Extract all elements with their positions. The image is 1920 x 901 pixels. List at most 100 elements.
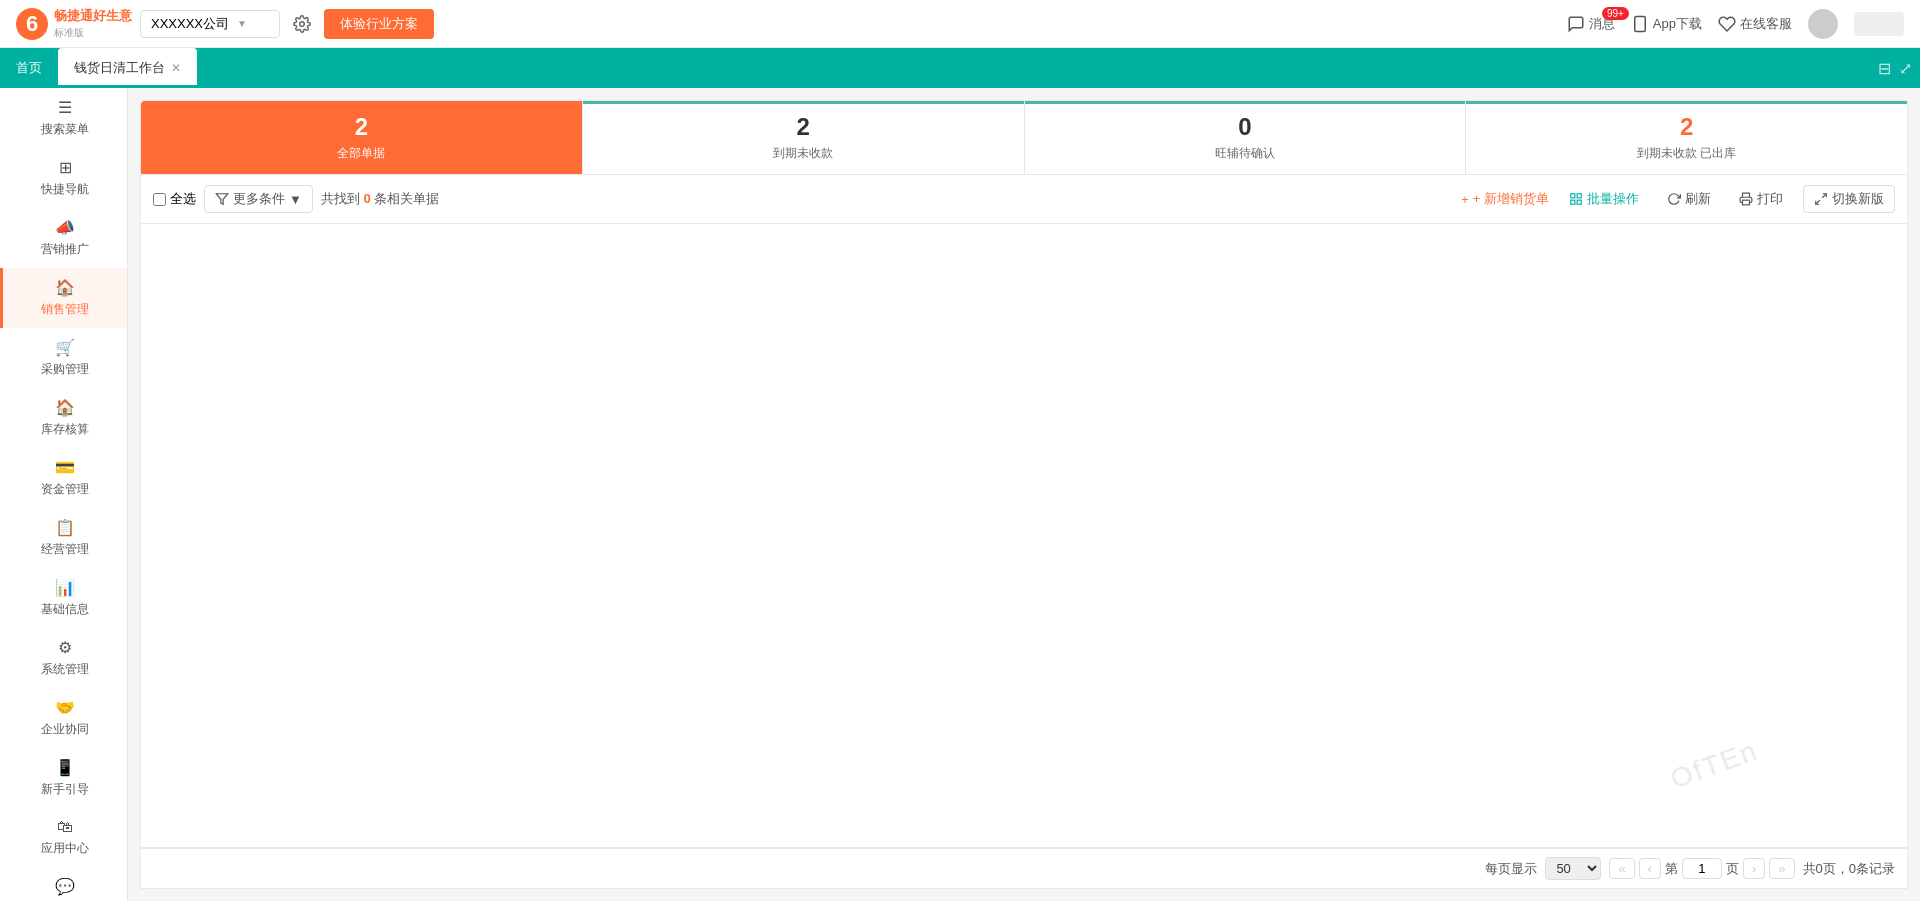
avatar[interactable]: [1808, 9, 1838, 39]
sales-icon: 🏠: [55, 278, 75, 297]
sidebar-label-sales: 销售管理: [41, 301, 89, 318]
tab-close-icon[interactable]: ✕: [171, 61, 181, 75]
stats-row: 2 全部单据 2 到期未收款 0 旺辅待确认 2 到期未收款 已出库: [140, 100, 1908, 175]
sidebar-item-operation[interactable]: 📋 经营管理: [0, 508, 127, 568]
filter-button[interactable]: 更多条件 ▼: [204, 185, 313, 213]
svg-point-0: [300, 21, 305, 26]
trial-button[interactable]: 体验行业方案: [324, 9, 434, 39]
prev-page-button[interactable]: ‹: [1639, 858, 1661, 879]
stat-overdue[interactable]: 2 到期未收款: [583, 101, 1025, 174]
online-service-label: 在线客服: [1740, 15, 1792, 33]
tab-qhrc-label: 钱货日清工作台: [74, 59, 165, 77]
batch-op-button[interactable]: 批量操作: [1561, 186, 1647, 212]
page-suffix-label: 页: [1726, 860, 1739, 878]
sidebar-label-finance: 资金管理: [41, 481, 89, 498]
username-display: [1854, 12, 1904, 36]
guide-icon: 📱: [55, 758, 75, 777]
sidebar-item-finance[interactable]: 💳 资金管理: [0, 448, 127, 508]
stat-all-number: 2: [355, 113, 368, 141]
select-all-input[interactable]: [153, 193, 166, 206]
pagination: 每页显示 50 100 200 « ‹ 第 页 › » 共0页，0条记录: [140, 848, 1908, 889]
filter-label: 更多条件: [233, 190, 285, 208]
stat-overdue-number: 2: [796, 113, 809, 141]
avatar-image: [1808, 9, 1838, 39]
stat-all-label: 全部单据: [337, 145, 385, 162]
sidebar-label-operation: 经营管理: [41, 541, 89, 558]
cooperation-icon: 🤝: [55, 698, 75, 717]
svg-rect-8: [1743, 200, 1750, 205]
current-page-input[interactable]: [1682, 858, 1722, 879]
purchase-icon: 🛒: [55, 338, 75, 357]
sidebar-label-inventory: 库存核算: [41, 421, 89, 438]
sidebar-item-guide[interactable]: 📱 新手引导: [0, 748, 127, 808]
corpwechat-icon: 💬: [55, 877, 75, 896]
refresh-button[interactable]: 刷新: [1659, 186, 1719, 212]
found-count: 0: [364, 191, 371, 206]
sidebar-label-system: 系统管理: [41, 661, 89, 678]
svg-rect-7: [1571, 200, 1575, 204]
online-service-button[interactable]: 在线客服: [1718, 15, 1792, 33]
brand-info: 畅捷通好生意 标准版: [54, 7, 132, 39]
appcenter-icon: 🛍: [57, 818, 73, 836]
sidebar-item-appcenter[interactable]: 🛍 应用中心: [0, 808, 127, 867]
sidebar-label-purchase: 采购管理: [41, 361, 89, 378]
sidebar-item-baseinfo[interactable]: 📊 基础信息: [0, 568, 127, 628]
page-nav: « ‹ 第 页 › »: [1609, 858, 1794, 879]
stat-shipped[interactable]: 2 到期未收款 已出库: [1466, 101, 1907, 174]
svg-rect-4: [1571, 194, 1575, 198]
stat-shipped-number: 2: [1680, 113, 1693, 141]
marketing-icon: 📣: [55, 218, 75, 237]
stat-all[interactable]: 2 全部单据: [141, 101, 583, 174]
finance-icon: 💳: [55, 458, 75, 477]
sidebar: ☰ 搜索菜单 ⊞ 快捷导航 📣 营销推广 🏠 销售管理 🛒 采购管理 🏠 库存核…: [0, 88, 128, 901]
stat-wangpu[interactable]: 0 旺辅待确认: [1025, 101, 1467, 174]
found-prefix: 共找到 0 条相关单据: [321, 190, 439, 208]
sidebar-label-cooperation: 企业协同: [41, 721, 89, 738]
sidebar-label-search: 搜索菜单: [41, 121, 89, 138]
sidebar-item-corpwechat[interactable]: 💬 企业微信: [0, 867, 127, 901]
tab-qhrc[interactable]: 钱货日清工作台 ✕: [58, 48, 197, 88]
quicknav-icon: ⊞: [59, 158, 72, 177]
new-sale-button[interactable]: + + 新增销货单: [1461, 190, 1549, 208]
last-page-button[interactable]: »: [1769, 858, 1794, 879]
settings-button[interactable]: [288, 10, 316, 38]
svg-marker-3: [216, 194, 228, 205]
per-page-select[interactable]: 50 100 200: [1545, 857, 1601, 880]
sidebar-item-inventory[interactable]: 🏠 库存核算: [0, 388, 127, 448]
sidebar-label-baseinfo: 基础信息: [41, 601, 89, 618]
app-download-button[interactable]: App下载: [1631, 15, 1702, 33]
brand-name: 畅捷通好生意: [54, 7, 132, 25]
logo-icon: 6: [16, 8, 48, 40]
new-sale-icon: +: [1461, 192, 1469, 207]
company-selector[interactable]: XXXXXX公司 ▼: [140, 10, 280, 38]
sidebar-item-marketing[interactable]: 📣 营销推广: [0, 208, 127, 268]
print-button[interactable]: 打印: [1731, 186, 1791, 212]
sidebar-label-guide: 新手引导: [41, 781, 89, 798]
chevron-down-icon: ▼: [237, 18, 247, 29]
first-page-button[interactable]: «: [1609, 858, 1634, 879]
sidebar-item-purchase[interactable]: 🛒 采购管理: [0, 328, 127, 388]
svg-rect-5: [1577, 194, 1581, 198]
select-all-checkbox[interactable]: 全选: [153, 190, 196, 208]
tab-home[interactable]: 首页: [0, 48, 58, 88]
search-menu-icon: ☰: [58, 98, 72, 117]
message-button[interactable]: 消息 99+: [1567, 15, 1615, 33]
sidebar-item-cooperation[interactable]: 🤝 企业协同: [0, 688, 127, 748]
sidebar-item-quicknav[interactable]: ⊞ 快捷导航: [0, 148, 127, 208]
toolbar-right: + + 新增销货单 批量操作 刷新 打印 切换新版: [1461, 185, 1895, 213]
switch-version-button[interactable]: 切换新版: [1803, 185, 1895, 213]
stat-overdue-label: 到期未收款: [773, 145, 833, 162]
next-page-button[interactable]: ›: [1743, 858, 1765, 879]
sidebar-item-sales[interactable]: 🏠 销售管理: [0, 268, 127, 328]
svg-rect-6: [1577, 200, 1581, 204]
tab-expand-button[interactable]: ⤢: [1899, 59, 1912, 78]
tab-bar-actions: ⊟ ⤢: [1878, 59, 1920, 78]
operation-icon: 📋: [55, 518, 75, 537]
stat-wangpu-number: 0: [1238, 113, 1251, 141]
company-name: XXXXXX公司: [151, 15, 229, 33]
sidebar-item-search[interactable]: ☰ 搜索菜单: [0, 88, 127, 148]
sidebar-item-system[interactable]: ⚙ 系统管理: [0, 628, 127, 688]
tab-minimize-button[interactable]: ⊟: [1878, 59, 1891, 78]
filter-chevron-icon: ▼: [289, 192, 302, 207]
toolbar: 全选 更多条件 ▼ 共找到 0 条相关单据 + + 新增销货单 批量操作: [140, 175, 1908, 224]
